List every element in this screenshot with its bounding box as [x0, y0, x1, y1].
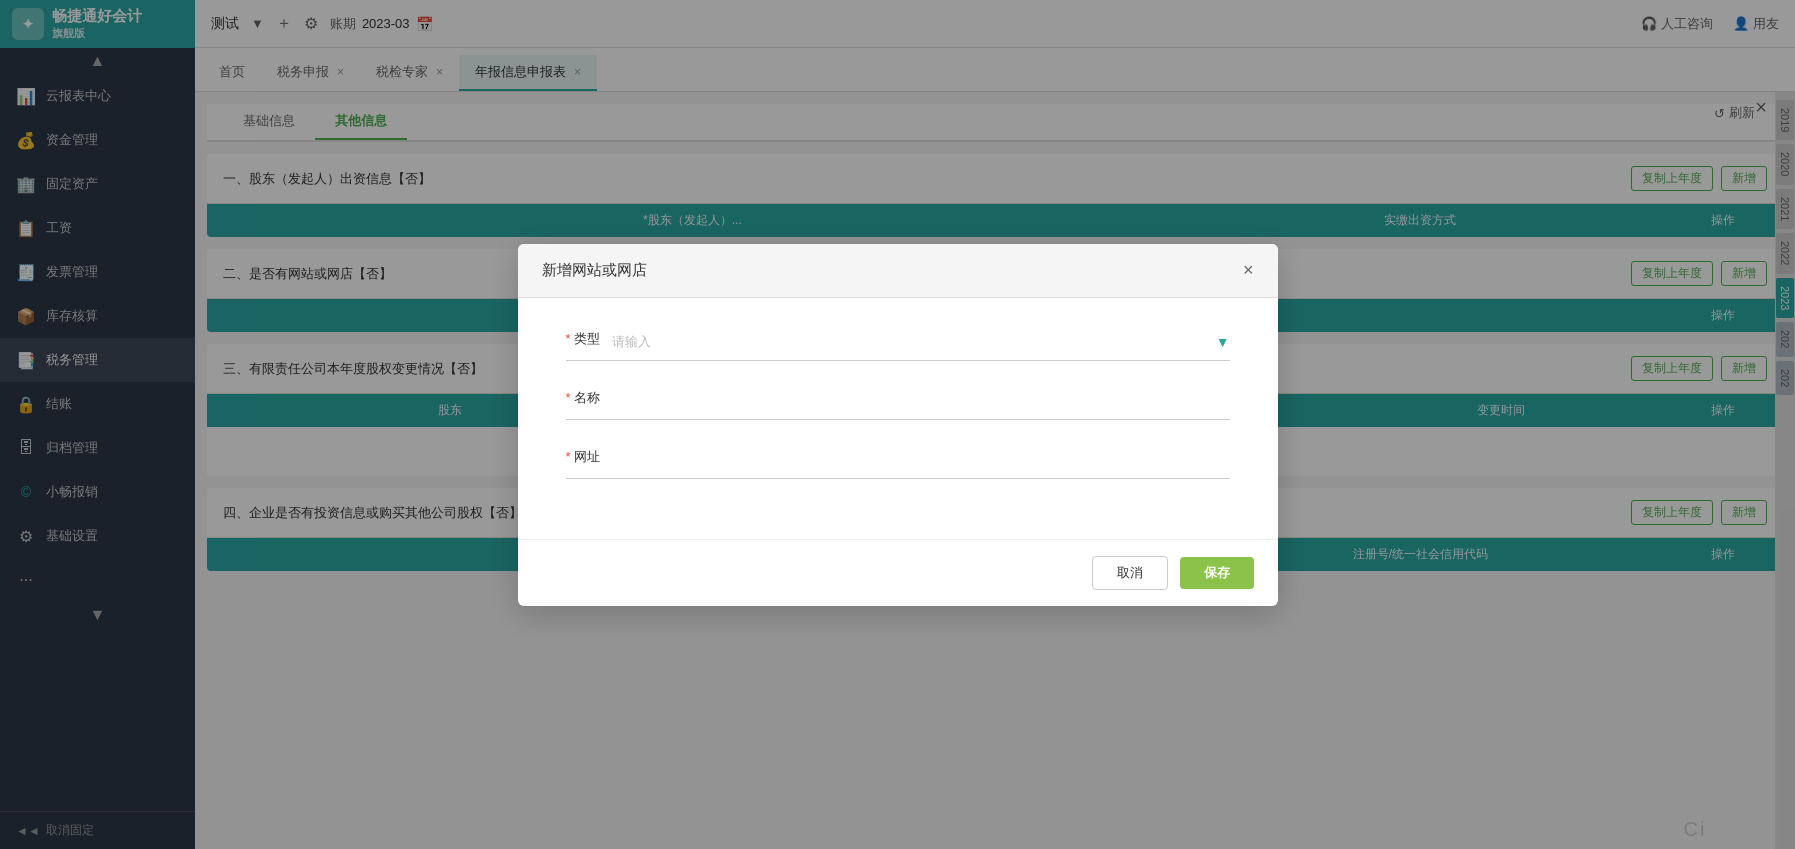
modal-header: 新增网站或网店 ×: [518, 244, 1278, 298]
name-input-row: * 名称: [566, 389, 1230, 420]
form-row-url: * 网址: [566, 448, 1230, 479]
modal-add-website: 新增网站或网店 × * 类型 ▼ * 名: [518, 244, 1278, 606]
save-button[interactable]: 保存: [1180, 557, 1254, 589]
form-row-type: * 类型 ▼: [566, 330, 1230, 361]
name-label: * 名称: [566, 389, 601, 407]
type-input-row: * 类型 ▼: [566, 330, 1230, 361]
form-row-name: * 名称: [566, 389, 1230, 420]
modal-overlay[interactable]: 新增网站或网店 × * 类型 ▼ * 名: [0, 0, 1795, 849]
name-input[interactable]: [612, 393, 1229, 408]
url-label: * 网址: [566, 448, 601, 466]
cancel-button[interactable]: 取消: [1092, 556, 1168, 590]
modal-footer: 取消 保存: [518, 539, 1278, 606]
type-input[interactable]: [612, 334, 1203, 349]
modal-body: * 类型 ▼ * 名称: [518, 298, 1278, 539]
modal-close-btn[interactable]: ×: [1243, 260, 1254, 281]
modal-title: 新增网站或网店: [542, 261, 647, 280]
url-input[interactable]: [612, 452, 1229, 467]
url-input-row: * 网址: [566, 448, 1230, 479]
type-dropdown-arrow[interactable]: ▼: [1216, 334, 1230, 350]
type-label: * 类型: [566, 330, 601, 348]
